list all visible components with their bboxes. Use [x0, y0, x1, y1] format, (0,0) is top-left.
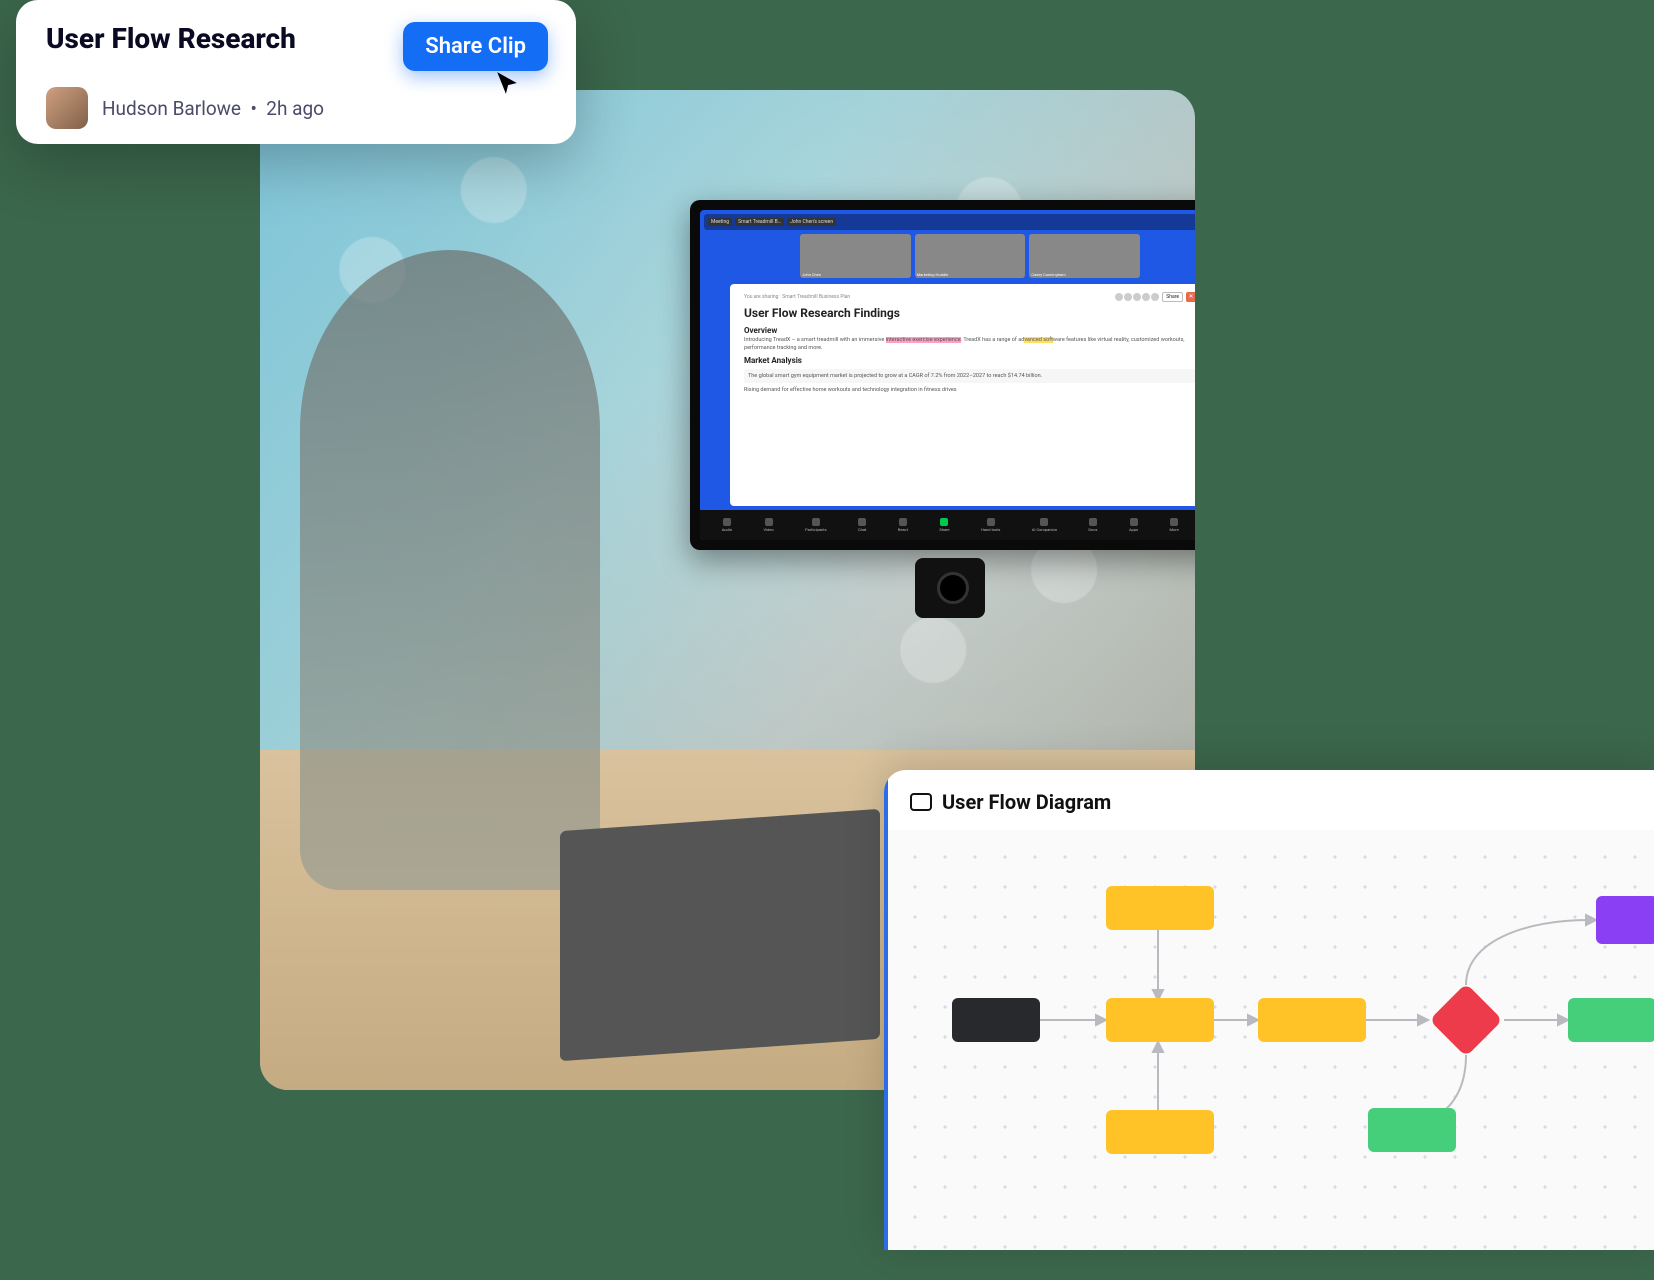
zoom-meeting: Meeting Smart Treadmill B… John Chen's s… — [700, 210, 1195, 540]
tool-hand[interactable]: Hand tools — [981, 518, 1000, 532]
flow-node-end-right[interactable] — [1568, 998, 1654, 1042]
tab-2[interactable]: John Chen's screen — [787, 218, 836, 226]
doc-collaborator-avatars — [1115, 293, 1159, 301]
tool-ai[interactable]: AI Companion — [1032, 518, 1057, 532]
doc-breadcrumb: You are sharing · Smart Treadmill Busine… — [744, 294, 850, 300]
doc-title: User Flow Research Findings — [744, 306, 1195, 320]
cursor-icon — [494, 70, 520, 96]
flow-node-step-top[interactable] — [1106, 886, 1214, 930]
flow-title: User Flow Diagram — [942, 790, 1111, 814]
author-name: Hudson Barlowe — [102, 97, 241, 120]
clip-time: 2h ago — [266, 97, 324, 120]
tool-share[interactable]: Share — [939, 518, 949, 532]
share-clip-button[interactable]: Share Clip — [403, 22, 548, 71]
flow-diagram-panel: User Flow Diagram — [884, 770, 1654, 1250]
webcam — [915, 558, 985, 618]
flow-node-start[interactable] — [952, 998, 1040, 1042]
participant-gallery — [800, 234, 1140, 278]
doc-h-overview: Overview — [744, 326, 1195, 335]
tool-docs[interactable]: Docs — [1088, 518, 1097, 532]
participant-tile[interactable] — [915, 234, 1026, 278]
tab-1[interactable]: Smart Treadmill B… — [735, 218, 784, 226]
flow-node-step-bot[interactable] — [1106, 1110, 1214, 1154]
doc-h-market: Market Analysis — [744, 356, 1195, 365]
tool-apps[interactable]: Apps — [1129, 518, 1138, 532]
clip-card: User Flow Research Share Clip Hudson Bar… — [16, 0, 576, 144]
meeting-toolbar: Audio Video Participants Chat React Shar… — [700, 510, 1195, 540]
doc-share-button[interactable]: Share — [1162, 292, 1183, 302]
participant-tile[interactable] — [1029, 234, 1140, 278]
flow-node-step-2[interactable] — [1258, 998, 1366, 1042]
tv-display: Meeting Smart Treadmill B… John Chen's s… — [690, 200, 1195, 550]
tool-video[interactable]: Video — [763, 518, 773, 532]
author-avatar[interactable] — [46, 87, 88, 129]
tool-audio[interactable]: Audio — [722, 518, 732, 532]
shared-document: You are sharing · Smart Treadmill Busine… — [730, 284, 1195, 506]
doc-overview-text: Introducing TreadX – a smart treadmill w… — [744, 337, 1195, 352]
flow-node-purple[interactable] — [1596, 896, 1654, 944]
doc-quote: The global smart gym equipment market is… — [744, 369, 1195, 383]
laptop — [560, 809, 880, 1061]
clip-meta: Hudson Barlowe • 2h ago — [102, 97, 324, 120]
doc-close-button[interactable]: ✕ — [1186, 292, 1195, 302]
participant-tile[interactable] — [800, 234, 911, 278]
flow-canvas[interactable] — [888, 830, 1654, 1250]
tool-more[interactable]: More — [1170, 518, 1179, 532]
meeting-badge: Meeting — [708, 218, 732, 226]
clip-title: User Flow Research — [46, 22, 296, 55]
flow-node-step-1[interactable] — [1106, 998, 1214, 1042]
doc-trend: Rising demand for effective home workout… — [744, 387, 1195, 395]
tool-react[interactable]: React — [898, 518, 908, 532]
flow-node-end-low[interactable] — [1368, 1108, 1456, 1152]
presenter-figure — [300, 250, 600, 890]
whiteboard-icon — [910, 793, 932, 811]
tool-participants[interactable]: Participants — [805, 518, 826, 532]
meeting-topbar: Meeting Smart Treadmill B… John Chen's s… — [704, 214, 1195, 230]
tool-chat[interactable]: Chat — [858, 518, 866, 532]
